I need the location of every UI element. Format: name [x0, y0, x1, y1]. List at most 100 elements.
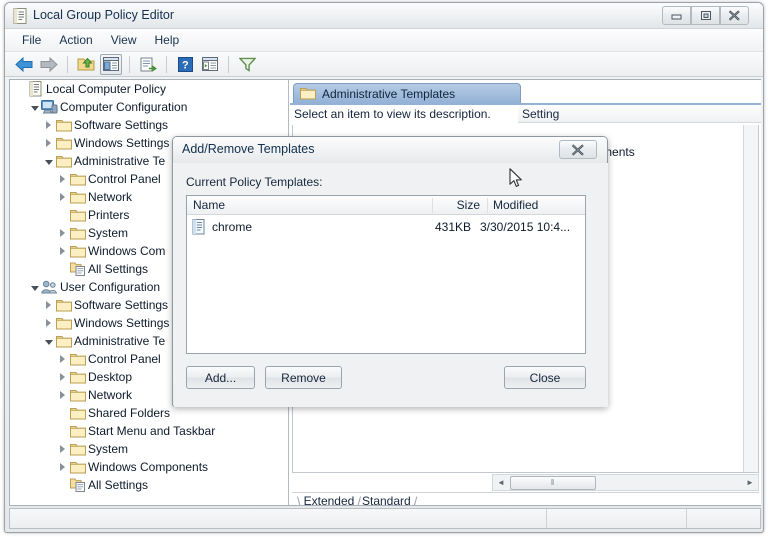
chevron-down-icon[interactable]: [28, 284, 41, 291]
chevron-right-icon[interactable]: [56, 175, 69, 183]
tree-item-label: Windows Settings: [74, 136, 170, 150]
computer-icon: [41, 100, 58, 114]
chevron-down-icon[interactable]: [42, 338, 55, 345]
folder-icon: [55, 155, 72, 168]
column-modified[interactable]: Modified: [493, 198, 538, 212]
folder-icon: [69, 371, 86, 384]
details-description: Select an item to view its description.: [294, 107, 491, 121]
help-icon[interactable]: ?: [174, 54, 196, 75]
row-name: chrome: [212, 220, 253, 234]
scroll-left-icon[interactable]: ◄: [493, 475, 509, 490]
chevron-right-icon[interactable]: [56, 247, 69, 255]
remove-button[interactable]: Remove: [265, 366, 342, 389]
title-bar[interactable]: Local Group Policy Editor: [5, 3, 763, 29]
window-title: Local Group Policy Editor: [33, 8, 175, 22]
details-pane-tab-label: Administrative Templates: [322, 86, 456, 101]
folder-icon: [69, 173, 86, 186]
all-settings-icon: [69, 478, 86, 492]
properties-icon[interactable]: [199, 54, 221, 75]
tree-item-label: Local Computer Policy: [46, 82, 167, 96]
templates-list-view[interactable]: Name Size Modified chrome 431KB 3/30/201…: [186, 195, 586, 354]
folder-icon: [55, 119, 72, 132]
policy-doc-icon: [27, 81, 44, 97]
chevron-down-icon[interactable]: [42, 158, 55, 165]
menu-view[interactable]: View: [102, 30, 146, 50]
menu-action[interactable]: Action: [50, 30, 101, 50]
scroll-right-icon[interactable]: ►: [742, 475, 758, 490]
chevron-right-icon[interactable]: [56, 463, 69, 471]
back-arrow-icon[interactable]: [13, 54, 35, 75]
menu-file[interactable]: File: [13, 30, 50, 50]
tree-item-local-computer-policy[interactable]: Local Computer Policy: [10, 80, 288, 98]
tree-item-label: All Settings: [88, 262, 149, 276]
tree-item-label: User Configuration: [60, 280, 161, 294]
dialog-close-button[interactable]: [559, 140, 597, 159]
tree-item-start-menu-and-taskbar[interactable]: Start Menu and Taskbar: [10, 422, 288, 440]
add-remove-templates-dialog: Add/Remove Templates Current Policy Temp…: [172, 136, 608, 407]
tree-item-all-settings[interactable]: All Settings: [10, 476, 288, 494]
tree-item-software-settings[interactable]: Software Settings: [10, 116, 288, 134]
chevron-right-icon[interactable]: [42, 139, 55, 147]
scrollbar-thumb[interactable]: ‖: [510, 475, 596, 490]
folder-icon: [69, 245, 86, 258]
add-button[interactable]: Add...: [186, 366, 255, 389]
folder-icon: [55, 299, 72, 312]
column-size[interactable]: Size: [442, 198, 480, 212]
chevron-right-icon[interactable]: [42, 301, 55, 309]
tree-item-label: Software Settings: [74, 118, 169, 132]
svg-text:?: ?: [182, 59, 189, 71]
export-list-icon[interactable]: [137, 54, 159, 75]
table-row[interactable]: chrome 431KB 3/30/2015 10:4...: [187, 218, 585, 236]
folder-icon: [69, 407, 86, 420]
main-window: Local Group Policy Editor File Action Vi…: [4, 2, 764, 533]
tab-extended[interactable]: \ Extended /: [294, 493, 364, 506]
toolbar-separator-4: [228, 55, 229, 73]
tree-item-system[interactable]: System: [10, 440, 288, 458]
restore-icon: [700, 11, 711, 20]
tree-item-label: Windows Com: [88, 244, 166, 258]
up-folder-icon[interactable]: [75, 54, 97, 75]
details-pane-tab[interactable]: Administrative Templates: [293, 83, 521, 104]
chevron-down-icon[interactable]: [28, 104, 41, 111]
settings-horizontal-scrollbar[interactable]: ◄ ‖ ►: [492, 474, 759, 491]
chevron-right-icon[interactable]: [42, 121, 55, 129]
chevron-right-icon[interactable]: [56, 391, 69, 399]
toolbar-separator-2: [129, 55, 130, 73]
close-dialog-button[interactable]: Close: [504, 366, 586, 389]
chevron-right-icon[interactable]: [56, 229, 69, 237]
tree-item-label: Administrative Te: [74, 334, 166, 348]
chevron-right-icon[interactable]: [56, 193, 69, 201]
tree-item-windows-components[interactable]: Windows Components: [10, 458, 288, 476]
dialog-body: Current Policy Templates: Name Size Modi…: [174, 163, 608, 407]
close-icon: [571, 143, 584, 156]
forward-arrow-icon[interactable]: [38, 54, 60, 75]
mouse-cursor: [509, 168, 522, 187]
minimize-icon: [671, 14, 682, 20]
close-button[interactable]: [720, 6, 749, 25]
tab-standard-label: Standard: [362, 494, 411, 505]
column-name[interactable]: Name: [193, 198, 225, 212]
dialog-title-bar[interactable]: Add/Remove Templates: [173, 137, 607, 163]
chevron-right-icon[interactable]: [56, 355, 69, 363]
folder-icon: [69, 353, 86, 366]
menu-help[interactable]: Help: [146, 30, 189, 50]
minimize-button[interactable]: [662, 6, 691, 25]
tab-standard[interactable]: Standard /: [362, 493, 420, 506]
maximize-button[interactable]: [691, 6, 720, 25]
tree-item-label: Administrative Te: [74, 154, 166, 168]
template-file-icon: [192, 219, 205, 235]
toolbar-separator-1: [67, 55, 68, 73]
tree-item-label: Windows Settings: [74, 316, 170, 330]
tree-item-computer-configuration[interactable]: Computer Configuration: [10, 98, 288, 116]
chevron-right-icon[interactable]: [56, 373, 69, 381]
tree-item-label: Windows Components: [88, 460, 209, 474]
show-hide-tree-icon[interactable]: [100, 53, 122, 75]
chevron-right-icon[interactable]: [42, 319, 55, 327]
chevron-right-icon[interactable]: [56, 445, 69, 453]
folder-icon: [69, 389, 86, 402]
tree-item-label: All Settings: [88, 478, 149, 492]
settings-vertical-scrollbar[interactable]: [743, 125, 758, 472]
row-size: 431KB: [434, 220, 471, 234]
tree-item-label: Control Panel: [88, 352, 161, 366]
filter-icon[interactable]: [236, 54, 258, 75]
